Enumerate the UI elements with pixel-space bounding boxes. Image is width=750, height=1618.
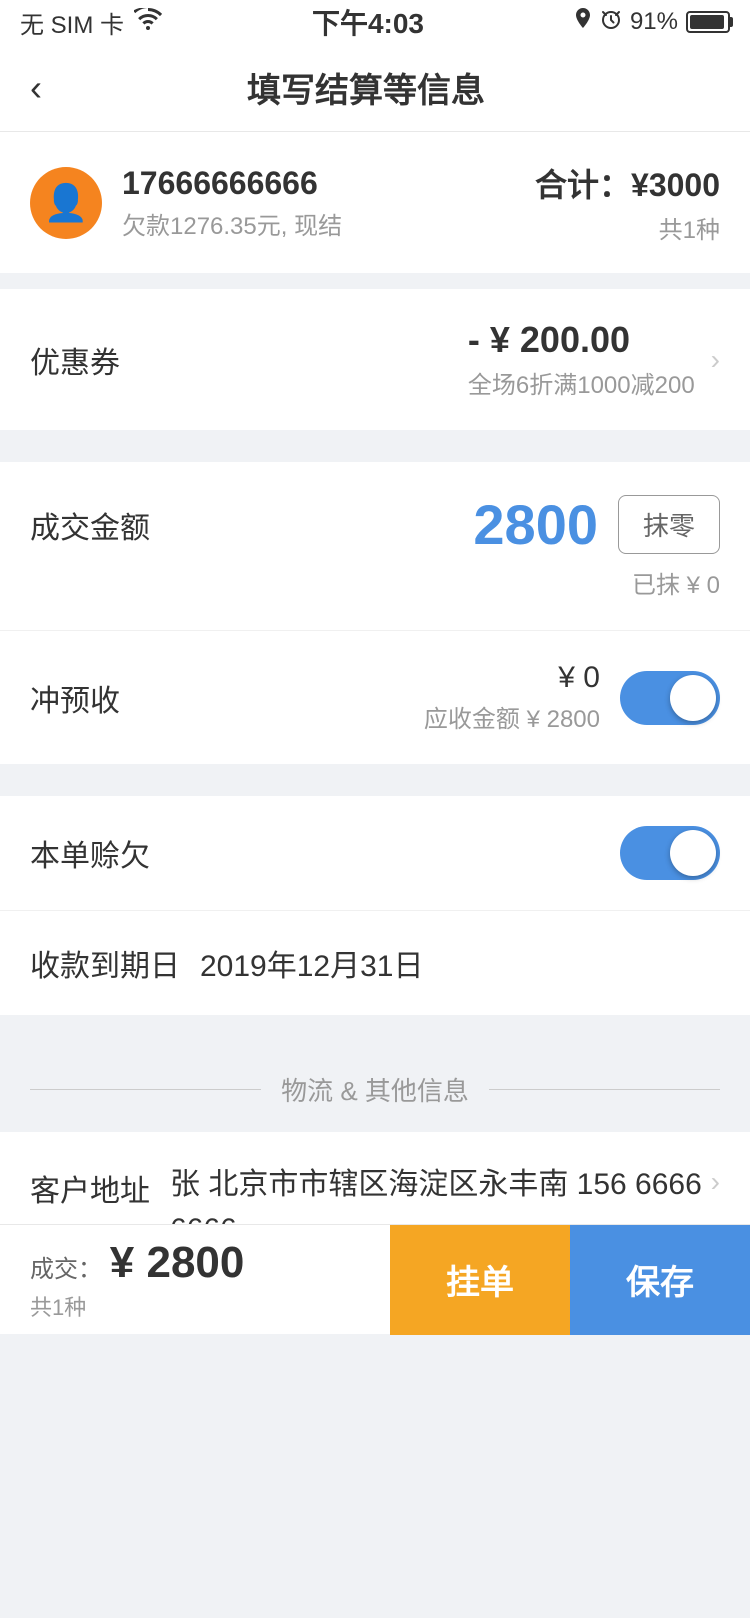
total-sub: 共1种 [535, 210, 720, 245]
avatar: 👤 [30, 167, 102, 239]
duedate-value: 2019年12月31日 [200, 941, 423, 985]
separator-3 [0, 1031, 750, 1047]
save-button[interactable]: 保存 [570, 1225, 750, 1335]
coupon-card: 优惠券 - ¥ 200.00 全场6折满1000减200 › [0, 289, 750, 430]
sim-text: 无 SIM 卡 [20, 5, 124, 40]
deal-section: 成交金额 2800 抹零 已抹 ¥ 0 [0, 462, 750, 630]
status-bar: 无 SIM 卡 下午4:03 91% [0, 0, 750, 44]
round-button[interactable]: 抹零 [618, 495, 720, 554]
logistics-label: 物流 & 其他信息 [261, 1071, 489, 1108]
debt-card: 本单赊欠 收款到期日 2019年12月31日 [0, 796, 750, 1015]
bottom-deal-row: 成交： ¥ 2800 [30, 1238, 360, 1288]
debt-toggle-knob [670, 830, 716, 876]
precollect-row: 冲预收 ¥ 0 应收金额 ¥ 2800 [30, 661, 720, 734]
customer-info: 17666666666 欠款1276.35元, 现结 [122, 165, 535, 241]
debt-section: 本单赊欠 [0, 796, 750, 910]
address-label: 客户地址 [30, 1166, 150, 1210]
precollect-section: 冲预收 ¥ 0 应收金额 ¥ 2800 [0, 630, 750, 764]
deal-label: 成交金额 [30, 503, 150, 547]
coupon-right: - ¥ 200.00 全场6折满1000减200 › [468, 319, 720, 400]
debt-row: 本单赊欠 [30, 826, 720, 880]
logistics-divider: 物流 & 其他信息 [0, 1047, 750, 1132]
customer-phone: 17666666666 [122, 165, 535, 202]
alarm-icon [600, 8, 622, 37]
coupon-amount: - ¥ 200.00 [468, 319, 695, 361]
duedate-row: 收款到期日 2019年12月31日 [30, 941, 720, 985]
precollect-label: 冲预收 [30, 676, 120, 720]
customer-card: 👤 17666666666 欠款1276.35元, 现结 合计：¥3000 共1… [0, 132, 750, 273]
status-time: 下午4:03 [312, 2, 424, 42]
precollect-sub: 应收金额 ¥ 2800 [424, 699, 600, 734]
bottom-amount: ¥ 2800 [110, 1238, 245, 1287]
customer-subtext: 欠款1276.35元, 现结 [122, 206, 535, 241]
duedate-label: 收款到期日 [30, 941, 180, 985]
coupon-arrow-icon: › [711, 344, 720, 376]
page-title: 填写结算等信息 [62, 63, 670, 112]
deal-amount: 2800 [473, 492, 598, 557]
battery-percent: 91% [630, 8, 678, 36]
coupon-label: 优惠券 [30, 338, 120, 382]
separator-2 [0, 780, 750, 796]
back-button[interactable]: ‹ [30, 57, 62, 119]
deal-row: 成交金额 2800 抹零 [30, 492, 720, 557]
content-area: 👤 17666666666 欠款1276.35元, 现结 合计：¥3000 共1… [0, 132, 750, 1618]
precollect-value: ¥ 0 应收金额 ¥ 2800 [424, 661, 600, 734]
deal-right: 2800 抹零 [473, 492, 720, 557]
location-icon [574, 8, 592, 37]
customer-total: 合计：¥3000 共1种 [535, 160, 720, 245]
precollect-toggle[interactable] [620, 671, 720, 725]
hold-button[interactable]: 挂单 [390, 1225, 570, 1335]
nav-bar: ‹ 填写结算等信息 [0, 44, 750, 132]
address-arrow-icon: › [711, 1166, 720, 1198]
precollect-right: ¥ 0 应收金额 ¥ 2800 [424, 661, 720, 734]
status-left: 无 SIM 卡 [20, 5, 162, 40]
duedate-section: 收款到期日 2019年12月31日 [0, 910, 750, 1015]
coupon-row[interactable]: 优惠券 - ¥ 200.00 全场6折满1000减200 › [0, 289, 750, 430]
separator-1 [0, 446, 750, 462]
bottom-sub: 共1种 [30, 1290, 360, 1322]
customer-row: 👤 17666666666 欠款1276.35元, 现结 合计：¥3000 共1… [0, 132, 750, 273]
total-amount: 合计：¥3000 [535, 160, 720, 206]
bottom-info: 成交： ¥ 2800 共1种 [0, 1238, 390, 1322]
wifi-icon [134, 8, 162, 37]
bottom-deal-label: 成交： [30, 1256, 102, 1283]
bottom-bar: 成交： ¥ 2800 共1种 挂单 保存 [0, 1224, 750, 1334]
deal-card: 成交金额 2800 抹零 已抹 ¥ 0 冲预收 ¥ 0 应收金额 ¥ 2800 [0, 462, 750, 764]
toggle-knob [670, 675, 716, 721]
debt-label: 本单赊欠 [30, 831, 150, 875]
divider-line-right [489, 1089, 720, 1090]
deal-sub: 已抹 ¥ 0 [30, 565, 720, 600]
divider-line-left [30, 1089, 261, 1090]
debt-toggle[interactable] [620, 826, 720, 880]
battery-icon [686, 11, 730, 33]
status-right: 91% [574, 8, 730, 37]
avatar-icon: 👤 [44, 182, 89, 224]
precollect-amount: ¥ 0 [424, 661, 600, 695]
coupon-desc: 全场6折满1000减200 [468, 365, 695, 400]
